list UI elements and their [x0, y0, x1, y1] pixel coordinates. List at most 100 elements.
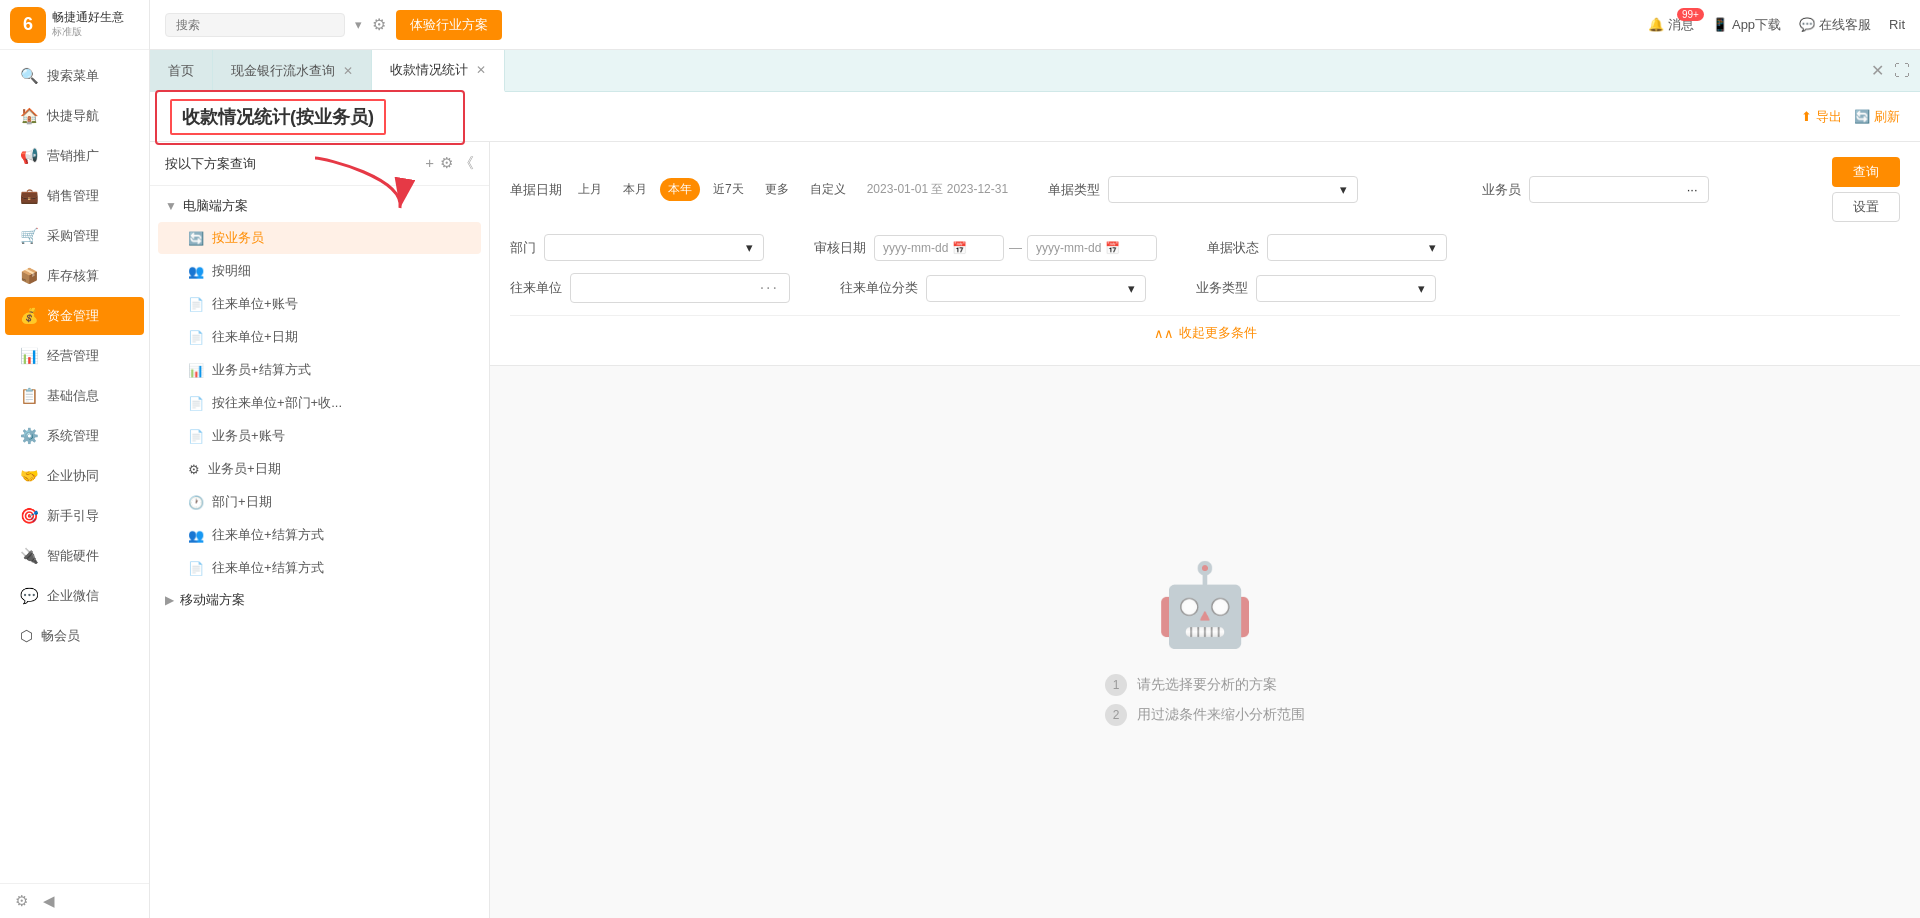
type-select[interactable]: ▾ — [1108, 176, 1358, 203]
sidebar-item-business[interactable]: 📊 经营管理 — [5, 337, 144, 375]
filter-salesman-group: 业务员 ··· — [1482, 176, 1709, 203]
step-num-2: 2 — [1105, 704, 1127, 726]
plan-settings-button[interactable]: ⚙ — [440, 154, 453, 173]
date-shortcut-this-month[interactable]: 本月 — [615, 178, 655, 201]
settings-button[interactable]: 设置 — [1832, 192, 1900, 222]
tree-item-unit-account[interactable]: 📄 往来单位+账号 — [158, 288, 481, 320]
wechat-icon: 💬 — [20, 587, 39, 605]
date-dash: — — [1009, 240, 1022, 255]
sidebar-label-purchase: 采购管理 — [47, 227, 99, 245]
export-icon: ⬆ — [1801, 109, 1812, 124]
audit-date-from-icon: 📅 — [952, 241, 967, 255]
sidebar-label-inventory: 库存核算 — [47, 267, 99, 285]
date-shortcut-7days[interactable]: 近7天 — [705, 178, 752, 201]
tree-item-salesman-account-icon: 📄 — [188, 429, 204, 444]
settings-bottom-icon[interactable]: ⚙ — [15, 892, 28, 910]
collapse-label: 收起更多条件 — [1179, 324, 1257, 342]
sidebar-item-hardware[interactable]: 🔌 智能硬件 — [5, 537, 144, 575]
sidebar-item-collab[interactable]: 🤝 企业协同 — [5, 457, 144, 495]
collapse-bar[interactable]: ∧∧ 收起更多条件 — [510, 315, 1900, 350]
basic-icon: 📋 — [20, 387, 39, 405]
tab-minimize-icon[interactable]: ✕ — [1871, 61, 1884, 80]
tree-item-unit-account-icon: 📄 — [188, 297, 204, 312]
tab-collection-close[interactable]: ✕ — [476, 63, 486, 77]
tab-cashflow-close[interactable]: ✕ — [343, 64, 353, 78]
header-dropdown-icon[interactable]: ▾ — [355, 17, 362, 32]
salesman-ellipsis[interactable]: ··· — [1687, 182, 1698, 197]
export-button[interactable]: ⬆ 导出 — [1801, 108, 1842, 126]
refresh-icon: 🔄 — [1854, 109, 1870, 124]
tree-item-salesman-account[interactable]: 📄 业务员+账号 — [158, 420, 481, 452]
audit-date-from-input[interactable]: yyyy-mm-dd 📅 — [874, 235, 1004, 261]
tree-item-salesman-settle[interactable]: 📊 业务员+结算方式 — [158, 354, 481, 386]
empty-state: 🤖 1 请先选择要分析的方案 2 用过滤条件来缩小分析范围 — [490, 366, 1920, 918]
online-service-button[interactable]: 💬 在线客服 — [1799, 16, 1871, 34]
sidebar-item-guide[interactable]: 🎯 新手引导 — [5, 497, 144, 535]
date-shortcut-custom[interactable]: 自定义 — [802, 178, 854, 201]
audit-date-to-input[interactable]: yyyy-mm-dd 📅 — [1027, 235, 1157, 261]
tree-group-desktop-header[interactable]: ▼ 电脑端方案 — [150, 191, 489, 221]
tree-item-detail[interactable]: 👥 按明细 — [158, 255, 481, 287]
tab-cashflow[interactable]: 现金银行流水查询 ✕ — [213, 50, 372, 92]
filter-row-1: 单据日期 上月 本月 本年 近7天 更多 自定义 2023-01-01 至 20… — [510, 157, 1900, 222]
tree-item-unit-settle2[interactable]: 📄 往来单位+结算方式 — [158, 552, 481, 584]
tab-collection[interactable]: 收款情况统计 ✕ — [372, 50, 505, 92]
tab-home[interactable]: 首页 — [150, 50, 213, 92]
salesman-select[interactable]: ··· — [1529, 176, 1709, 203]
biz-type-select[interactable]: ▾ — [1256, 275, 1436, 302]
counterpart-ellipsis[interactable]: ··· — [760, 279, 779, 297]
online-service-label: 在线客服 — [1819, 16, 1871, 34]
app-badge: 标准版 — [52, 25, 124, 39]
plan-collapse-button[interactable]: 《 — [459, 154, 474, 173]
tree-mobile-expand-icon: ▶ — [165, 593, 174, 607]
purchase-icon: 🛒 — [20, 227, 39, 245]
member-icon: ⬡ — [20, 627, 33, 645]
collapse-bottom-icon[interactable]: ◀‍‍ — [43, 892, 55, 910]
tree-item-unit-date[interactable]: 📄 往来单位+日期 — [158, 321, 481, 353]
header-gear-icon[interactable]: ⚙ — [372, 15, 386, 34]
bill-status-select[interactable]: ▾ — [1267, 234, 1447, 261]
sidebar-item-member[interactable]: ⬡ 畅会员 — [5, 617, 144, 655]
tab-collection-label: 收款情况统计 — [390, 61, 468, 79]
tree-item-unit-dept[interactable]: 📄 按往来单位+部门+收... — [158, 387, 481, 419]
bill-status-arrow: ▾ — [1429, 240, 1436, 255]
tree-item-dept-date[interactable]: 🕐 部门+日期 — [158, 486, 481, 518]
tree-group-mobile-header[interactable]: ▶ 移动端方案 — [150, 585, 489, 615]
tree-item-salesman[interactable]: 🔄 按业务员 — [158, 222, 481, 254]
sidebar-item-system[interactable]: ⚙️ 系统管理 — [5, 417, 144, 455]
tree-item-salesman-date-label: 业务员+日期 — [208, 460, 281, 478]
sidebar-item-inventory[interactable]: 📦 库存核算 — [5, 257, 144, 295]
counterpart-class-select[interactable]: ▾ — [926, 275, 1146, 302]
tree-item-salesman-date[interactable]: ⚙ 业务员+日期 — [158, 453, 481, 485]
message-button[interactable]: 🔔 消息 99+ — [1648, 16, 1694, 34]
refresh-button[interactable]: 🔄 刷新 — [1854, 108, 1900, 126]
counterpart-input[interactable]: ··· — [570, 273, 790, 303]
sidebar-label-search: 搜索菜单 — [47, 67, 99, 85]
sidebar-item-nav[interactable]: 🏠 快捷导航 — [5, 97, 144, 135]
tree-item-unit-settle1[interactable]: 👥 往来单位+结算方式 — [158, 519, 481, 551]
trial-button[interactable]: 体验行业方案 — [396, 10, 502, 40]
sidebar-item-sales[interactable]: 💼 销售管理 — [5, 177, 144, 215]
app-download-button[interactable]: 📱 App下载 — [1712, 16, 1781, 34]
empty-illustration: 🤖 — [1155, 558, 1255, 652]
date-shortcut-more[interactable]: 更多 — [757, 178, 797, 201]
dept-select[interactable]: ▾ — [544, 234, 764, 261]
date-shortcut-this-year[interactable]: 本年 — [660, 178, 700, 201]
sidebar-item-wechat[interactable]: 💬 企业微信 — [5, 577, 144, 615]
tree-item-unit-settle2-label: 往来单位+结算方式 — [212, 559, 324, 577]
tab-maximize-icon[interactable]: ⛶ — [1894, 62, 1910, 80]
tab-bar-actions: ✕ ⛶ — [1871, 61, 1920, 80]
counterpart-class-arrow: ▾ — [1128, 281, 1135, 296]
tree-item-detail-icon: 👥 — [188, 264, 204, 279]
plan-add-button[interactable]: + — [425, 154, 434, 173]
sidebar-item-basic[interactable]: 📋 基础信息 — [5, 377, 144, 415]
sidebar-item-marketing[interactable]: 📢 营销推广 — [5, 137, 144, 175]
date-shortcut-prev-month[interactable]: 上月 — [570, 178, 610, 201]
sidebar-item-search[interactable]: 🔍 搜索菜单 — [5, 57, 144, 95]
sidebar-item-finance[interactable]: 💰 资金管理 — [5, 297, 144, 335]
query-button[interactable]: 查询 — [1832, 157, 1900, 187]
empty-step-2: 2 用过滤条件来缩小分析范围 — [1105, 704, 1305, 726]
header-search-input[interactable] — [165, 13, 345, 37]
user-avatar[interactable]: Rit — [1889, 17, 1905, 32]
sidebar-item-purchase[interactable]: 🛒 采购管理 — [5, 217, 144, 255]
